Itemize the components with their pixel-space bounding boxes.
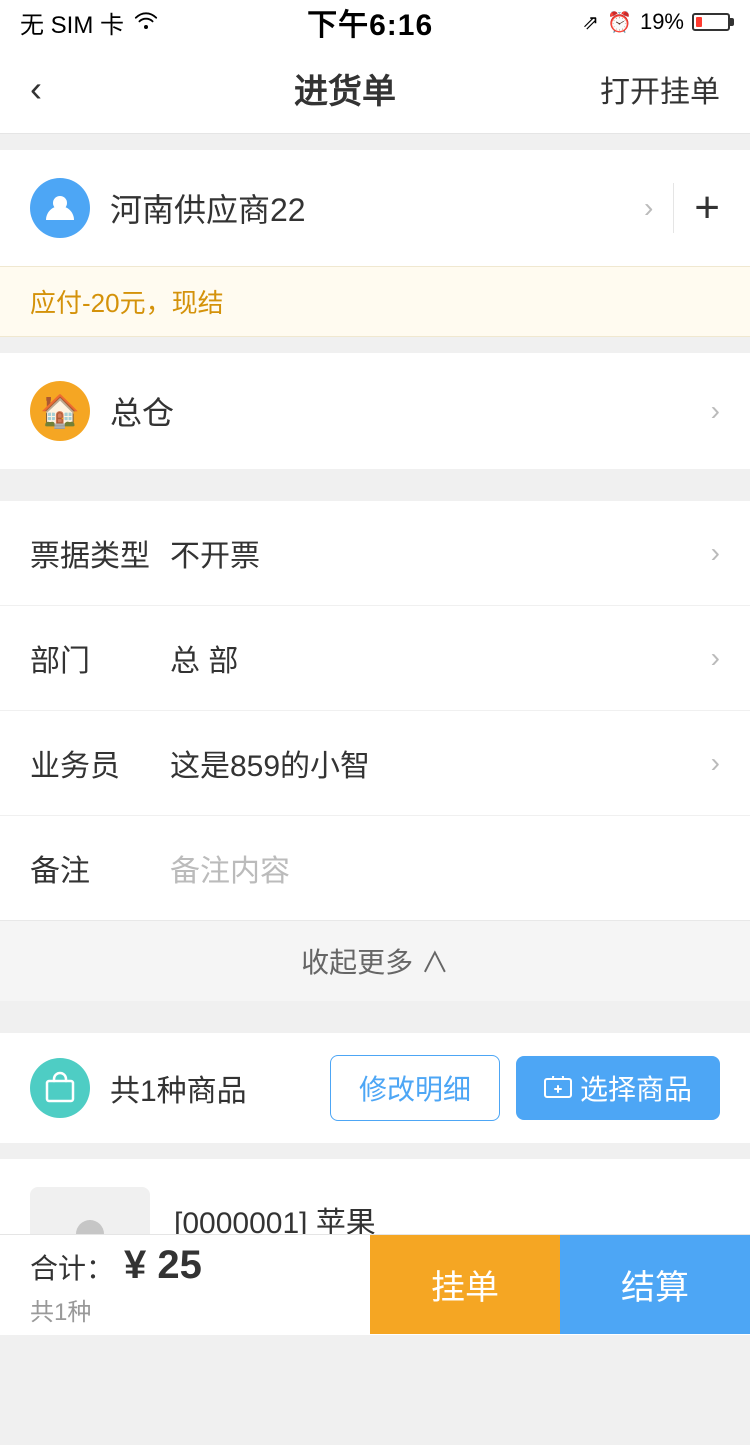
alarm-icon: ⏰ — [607, 10, 632, 35]
department-chevron: › — [711, 642, 720, 674]
select-product-label: 选择商品 — [580, 1068, 692, 1108]
salesman-row[interactable]: 业务员 这是859的小智 › — [0, 710, 750, 815]
salesman-chevron: › — [711, 747, 720, 779]
supplier-divider — [673, 183, 674, 233]
bottom-spacer — [0, 1335, 750, 1445]
supplier-info-banner: 应付-20元，现结 — [0, 266, 750, 337]
total-count: 共1种 — [30, 1292, 340, 1327]
bottom-bar: 合计： ¥ 25 共1种 挂单 结算 — [0, 1234, 750, 1334]
page-title: 进货单 — [294, 64, 396, 113]
warehouse-name: 总仓 — [110, 388, 701, 434]
remark-label: 备注 — [30, 846, 170, 890]
invoice-row[interactable]: 票据类型 不开票 › — [0, 501, 750, 605]
invoice-value: 不开票 — [170, 531, 701, 575]
status-bar: 无 SIM 卡 下午6:16 ⇗ ⏰ 19% — [0, 0, 750, 44]
total-amount: ¥ 25 — [124, 1243, 202, 1288]
open-hang-button[interactable]: 打开挂单 — [600, 67, 720, 111]
salesman-value: 这是859的小智 — [170, 741, 701, 785]
total-section: 合计： ¥ 25 共1种 — [0, 1235, 370, 1334]
wifi-icon — [134, 8, 158, 36]
select-product-button[interactable]: 选择商品 — [516, 1056, 720, 1120]
department-row[interactable]: 部门 总 部 › — [0, 605, 750, 710]
status-indicators: ⇗ ⏰ 19% — [582, 9, 730, 35]
department-label: 部门 — [30, 636, 170, 680]
supplier-chevron: › — [644, 192, 653, 224]
warehouse-row[interactable]: 🏠 总仓 › — [0, 353, 750, 469]
edit-detail-button[interactable]: 修改明细 — [330, 1055, 500, 1121]
form-section: 票据类型 不开票 › 部门 总 部 › 业务员 这是859的小智 › 备注 备注… — [0, 501, 750, 1001]
checkout-button[interactable]: 结算 — [560, 1235, 750, 1334]
battery-icon — [692, 13, 730, 31]
collapse-button[interactable]: 收起更多 ∧ — [0, 920, 750, 1001]
supplier-avatar — [30, 178, 90, 238]
total-label: 合计： — [30, 1247, 114, 1287]
invoice-chevron: › — [711, 537, 720, 569]
products-count: 共1种商品 — [110, 1066, 330, 1110]
status-time: 下午6:16 — [307, 0, 433, 44]
back-button[interactable]: ‹ — [30, 68, 90, 110]
hang-button[interactable]: 挂单 — [370, 1235, 560, 1334]
salesman-label: 业务员 — [30, 741, 170, 785]
supplier-name: 河南供应商22 — [110, 185, 634, 231]
warehouse-chevron: › — [711, 395, 720, 427]
products-icon — [30, 1058, 90, 1118]
location-icon: ⇗ — [582, 10, 599, 35]
status-carrier: 无 SIM 卡 — [20, 5, 158, 40]
carrier-text: 无 SIM 卡 — [20, 5, 124, 40]
nav-bar: ‹ 进货单 打开挂单 — [0, 44, 750, 134]
remark-row[interactable]: 备注 备注内容 — [0, 815, 750, 920]
department-value: 总 部 — [170, 636, 701, 680]
supplier-section: 河南供应商22 › + 应付-20元，现结 — [0, 150, 750, 337]
warehouse-section: 🏠 总仓 › — [0, 353, 750, 469]
total-row: 合计： ¥ 25 — [30, 1243, 340, 1288]
products-header: 共1种商品 修改明细 选择商品 — [0, 1033, 750, 1143]
invoice-label: 票据类型 — [30, 531, 170, 575]
battery-percent: 19% — [640, 9, 684, 35]
add-supplier-button[interactable]: + — [694, 186, 720, 230]
warehouse-icon: 🏠 — [30, 381, 90, 441]
supplier-row[interactable]: 河南供应商22 › + — [0, 150, 750, 266]
remark-input[interactable]: 备注内容 — [170, 846, 720, 890]
